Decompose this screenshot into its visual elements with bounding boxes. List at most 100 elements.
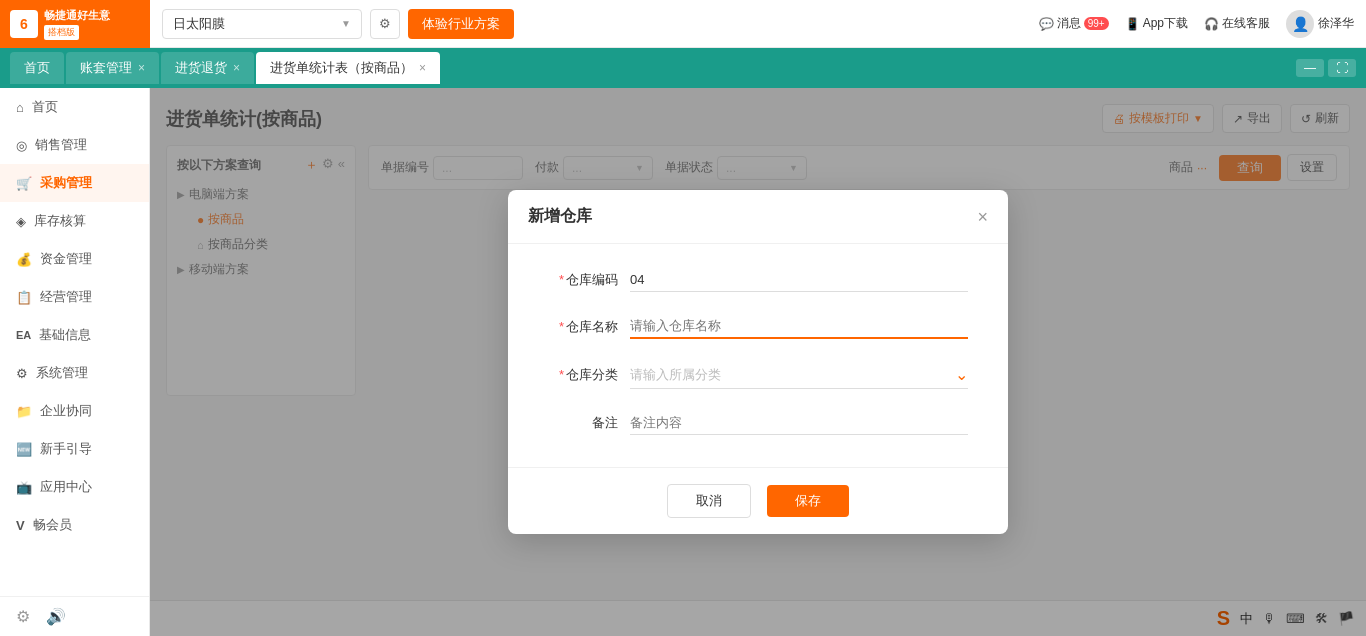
logo-area: 6 畅捷通好生意 搭档版 [0, 0, 150, 48]
messages-badge: 99+ [1084, 17, 1109, 30]
category-dropdown-icon: ⌄ [955, 365, 968, 384]
sidebar-sales-label: 销售管理 [35, 136, 87, 154]
logo-text: 畅捷通好生意 搭档版 [44, 8, 110, 40]
modal: 新增仓库 × *仓库编码 *仓库名称 [508, 190, 1008, 534]
sidebar-system-label: 系统管理 [36, 364, 88, 382]
tab-maximize[interactable]: ⛶ [1328, 59, 1356, 77]
sidebar-bottom: ⚙ 🔊 [0, 596, 149, 636]
tab-account[interactable]: 账套管理 × [66, 52, 159, 84]
modal-title: 新增仓库 [528, 206, 592, 227]
trial-button[interactable]: 体验行业方案 [408, 9, 514, 39]
sidebar: ⌂ 首页 ◎ 销售管理 🛒 采购管理 ◈ 库存核算 💰 资金管理 📋 经营管理 … [0, 88, 150, 636]
sidebar-item-purchase[interactable]: 🛒 采购管理 [0, 164, 149, 202]
headset-icon: 🎧 [1204, 17, 1219, 31]
avatar: 👤 [1286, 10, 1314, 38]
user-area[interactable]: 👤 徐泽华 [1286, 10, 1354, 38]
modal-overlay: 新增仓库 × *仓库编码 *仓库名称 [150, 88, 1366, 636]
sidebar-item-apps[interactable]: 📺 应用中心 [0, 468, 149, 506]
sidebar-item-operations[interactable]: 📋 经营管理 [0, 278, 149, 316]
sidebar-basicinfo-label: 基础信息 [39, 326, 91, 344]
messages-item[interactable]: 💬 消息 99+ [1039, 15, 1109, 32]
sidebar-home-label: 首页 [32, 98, 58, 116]
category-label: *仓库分类 [548, 366, 618, 384]
basicinfo-icon: EA [16, 329, 31, 341]
sidebar-item-member[interactable]: V 畅会员 [0, 506, 149, 544]
modal-footer: 取消 保存 [508, 467, 1008, 534]
sidebar-item-basicinfo[interactable]: EA 基础信息 [0, 316, 149, 354]
note-label: 备注 [548, 414, 618, 432]
cancel-button[interactable]: 取消 [667, 484, 751, 518]
search-value: 日太阳膜 [173, 15, 335, 33]
home-icon: ⌂ [16, 100, 24, 115]
app-download-item[interactable]: 📱 App下载 [1125, 15, 1188, 32]
logo-icon: 6 [10, 10, 38, 38]
purchase-icon: 🛒 [16, 176, 32, 191]
inventory-icon: ◈ [16, 214, 26, 229]
code-input[interactable] [630, 268, 968, 292]
system-icon: ⚙ [16, 366, 28, 381]
save-button[interactable]: 保存 [767, 485, 849, 517]
search-dropdown-icon: ▼ [341, 18, 351, 29]
sidebar-collab-label: 企业协同 [40, 402, 92, 420]
header-right: 💬 消息 99+ 📱 App下载 🎧 在线客服 👤 徐泽华 [1039, 10, 1366, 38]
form-row-name: *仓库名称 [548, 314, 968, 339]
sidebar-item-finance[interactable]: 💰 资金管理 [0, 240, 149, 278]
sidebar-item-guide[interactable]: 🆕 新手引导 [0, 430, 149, 468]
sidebar-item-collab[interactable]: 📁 企业协同 [0, 392, 149, 430]
main-layout: ⌂ 首页 ◎ 销售管理 🛒 采购管理 ◈ 库存核算 💰 资金管理 📋 经营管理 … [0, 88, 1366, 636]
messages-label: 消息 [1057, 15, 1081, 32]
online-service-item[interactable]: 🎧 在线客服 [1204, 15, 1270, 32]
tab-active[interactable]: 进货单统计表（按商品） × [256, 52, 440, 84]
form-row-category: *仓库分类 请输入所属分类 ⌄ [548, 361, 968, 389]
collab-icon: 📁 [16, 404, 32, 419]
tab-bar: 首页 账套管理 × 进货退货 × 进货单统计表（按商品） × — ⛶ [0, 48, 1366, 88]
finance-icon: 💰 [16, 252, 32, 267]
sidebar-item-system[interactable]: ⚙ 系统管理 [0, 354, 149, 392]
form-row-note: 备注 [548, 411, 968, 435]
tab-controls: — ⛶ [1296, 59, 1356, 77]
tab-account-close[interactable]: × [138, 61, 145, 75]
sidebar-item-home[interactable]: ⌂ 首页 [0, 88, 149, 126]
tab-active-close[interactable]: × [419, 61, 426, 75]
modal-close-button[interactable]: × [977, 208, 988, 226]
sidebar-finance-label: 资金管理 [40, 250, 92, 268]
sidebar-apps-label: 应用中心 [40, 478, 92, 496]
sales-icon: ◎ [16, 138, 27, 153]
search-bar[interactable]: 日太阳膜 ▼ [162, 9, 362, 39]
logo-badge: 搭档版 [44, 25, 79, 40]
category-select[interactable]: 请输入所属分类 ⌄ [630, 361, 968, 389]
tab-active-label: 进货单统计表（按商品） [270, 59, 413, 77]
tab-minimize[interactable]: — [1296, 59, 1324, 77]
tab-home[interactable]: 首页 [10, 52, 64, 84]
sidebar-item-inventory[interactable]: ◈ 库存核算 [0, 202, 149, 240]
form-row-code: *仓库编码 [548, 268, 968, 292]
tab-purchase-return-close[interactable]: × [233, 61, 240, 75]
messages-icon: 💬 [1039, 17, 1054, 31]
sidebar-item-sales[interactable]: ◎ 销售管理 [0, 126, 149, 164]
sidebar-settings-icon[interactable]: ⚙ [16, 607, 30, 626]
tab-purchase-return[interactable]: 进货退货 × [161, 52, 254, 84]
name-input[interactable] [630, 314, 968, 339]
sidebar-inventory-label: 库存核算 [34, 212, 86, 230]
phone-icon: 📱 [1125, 17, 1140, 31]
top-header: 6 畅捷通好生意 搭档版 日太阳膜 ▼ ⚙ 体验行业方案 💬 消息 99+ 📱 … [0, 0, 1366, 48]
sidebar-guide-label: 新手引导 [40, 440, 92, 458]
content-area: 进货单统计(按商品) 🖨 按模板打印 ▼ ↗ 导出 ↺ 刷新 [150, 88, 1366, 636]
code-label: *仓库编码 [548, 271, 618, 289]
tab-purchase-return-label: 进货退货 [175, 59, 227, 77]
tab-home-label: 首页 [24, 59, 50, 77]
category-placeholder: 请输入所属分类 [630, 366, 955, 384]
name-label: *仓库名称 [548, 318, 618, 336]
operations-icon: 📋 [16, 290, 32, 305]
sidebar-volume-icon[interactable]: 🔊 [46, 607, 66, 626]
tab-account-label: 账套管理 [80, 59, 132, 77]
note-input[interactable] [630, 411, 968, 435]
online-service-label: 在线客服 [1222, 15, 1270, 32]
user-name: 徐泽华 [1318, 15, 1354, 32]
sidebar-member-label: 畅会员 [33, 516, 72, 534]
apps-icon: 📺 [16, 480, 32, 495]
sidebar-purchase-label: 采购管理 [40, 174, 92, 192]
gear-button[interactable]: ⚙ [370, 9, 400, 39]
modal-header: 新增仓库 × [508, 190, 1008, 244]
app-download-label: App下载 [1143, 15, 1188, 32]
